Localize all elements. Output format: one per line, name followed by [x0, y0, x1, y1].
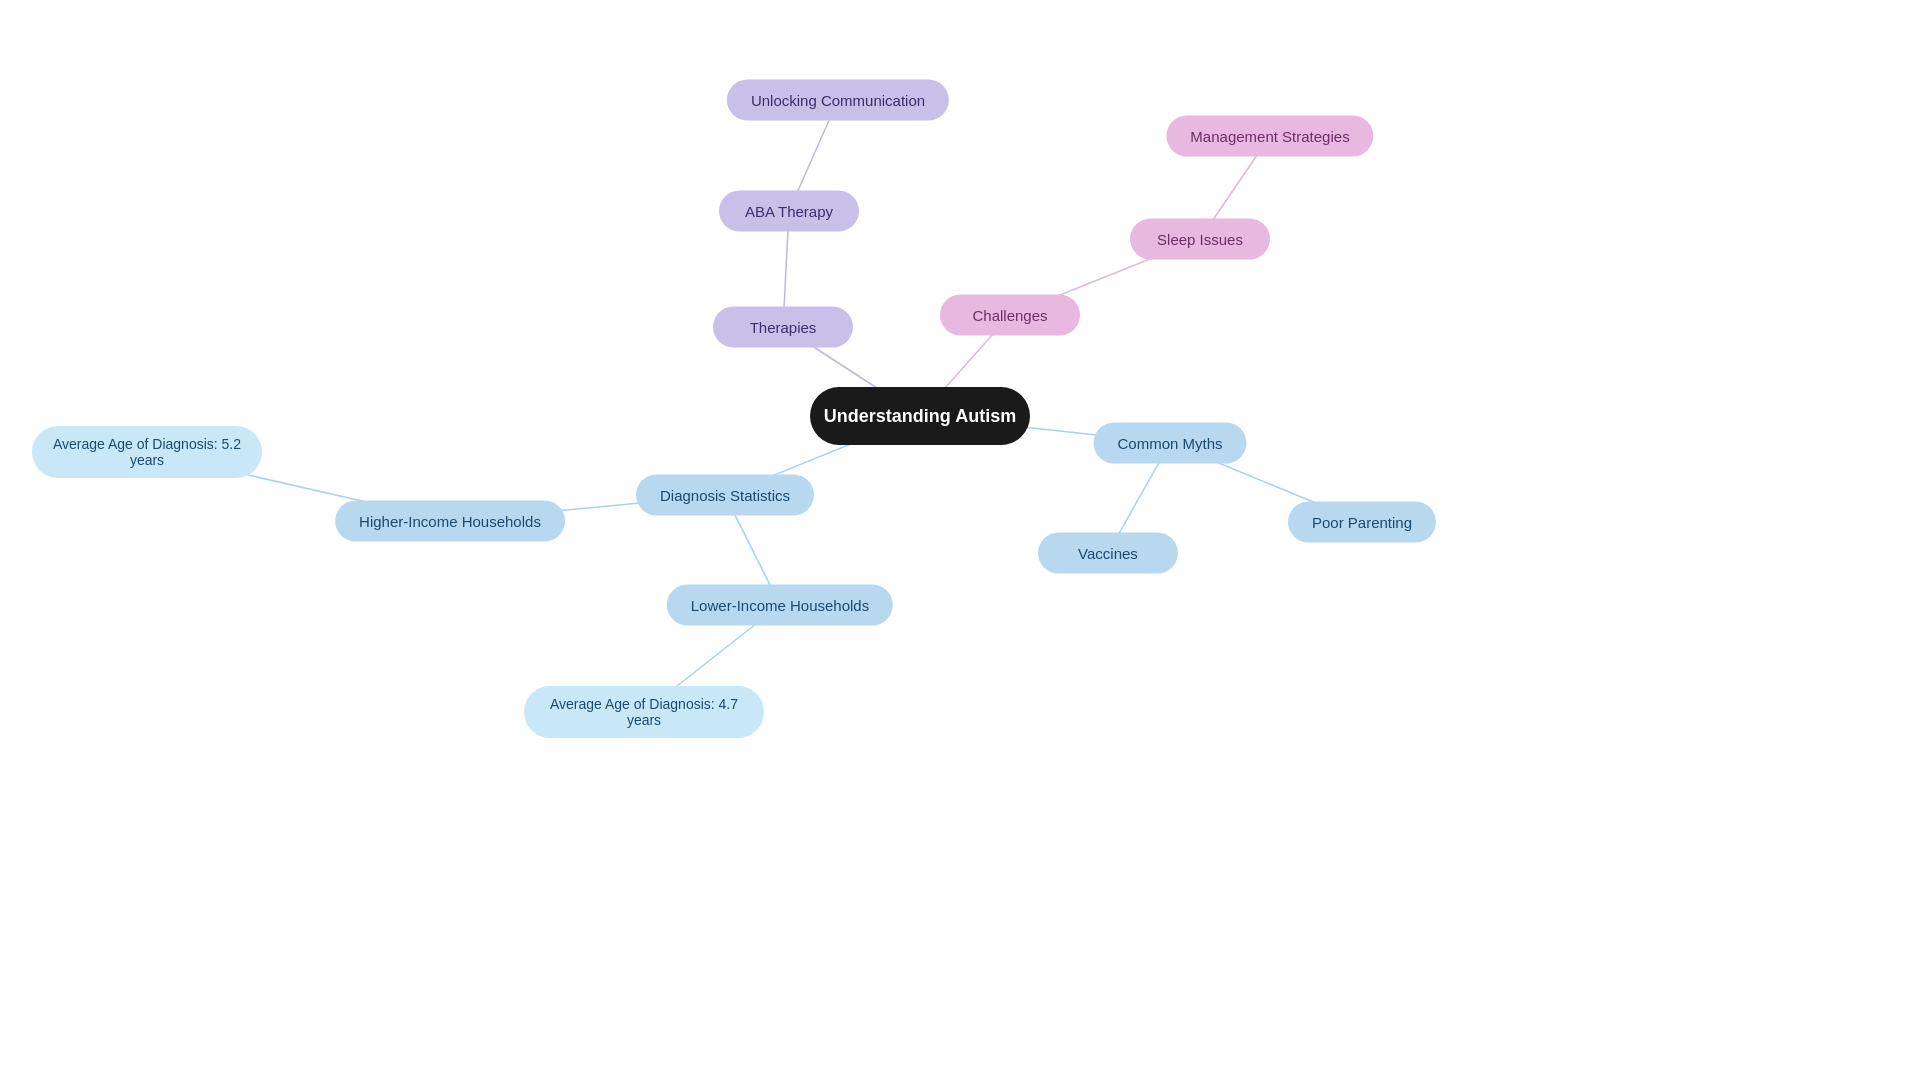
node-common-myths[interactable]: Common Myths	[1093, 423, 1246, 464]
node-lower-income[interactable]: Lower-Income Households	[667, 585, 893, 626]
vaccines-label: Vaccines	[1078, 545, 1138, 562]
node-poor-parenting[interactable]: Poor Parenting	[1288, 502, 1436, 543]
node-aba-therapy[interactable]: ABA Therapy	[719, 191, 859, 232]
node-avg-age-high[interactable]: Average Age of Diagnosis: 5.2 years	[32, 426, 262, 478]
node-center[interactable]: Understanding Autism	[810, 387, 1030, 445]
therapies-label: Therapies	[750, 319, 817, 336]
node-therapies[interactable]: Therapies	[713, 307, 853, 348]
poor-parenting-label: Poor Parenting	[1312, 514, 1412, 531]
diagnosis-statistics-label: Diagnosis Statistics	[660, 487, 790, 504]
avg-age-low-label: Average Age of Diagnosis: 4.7 years	[544, 696, 744, 728]
node-management-strategies[interactable]: Management Strategies	[1166, 116, 1373, 157]
common-myths-label: Common Myths	[1117, 435, 1222, 452]
challenges-label: Challenges	[972, 307, 1047, 324]
lower-income-label: Lower-Income Households	[691, 597, 869, 614]
management-strategies-label: Management Strategies	[1190, 128, 1349, 145]
node-vaccines[interactable]: Vaccines	[1038, 533, 1178, 574]
aba-therapy-label: ABA Therapy	[745, 203, 833, 220]
mind-map: Understanding Autism Unlocking Communica…	[0, 0, 1920, 1083]
node-higher-income[interactable]: Higher-Income Households	[335, 501, 565, 542]
node-avg-age-low[interactable]: Average Age of Diagnosis: 4.7 years	[524, 686, 764, 738]
unlocking-communication-label: Unlocking Communication	[751, 92, 925, 109]
higher-income-label: Higher-Income Households	[359, 513, 541, 530]
center-label: Understanding Autism	[824, 406, 1016, 427]
node-unlocking-communication[interactable]: Unlocking Communication	[727, 80, 949, 121]
node-diagnosis-statistics[interactable]: Diagnosis Statistics	[636, 475, 814, 516]
avg-age-high-label: Average Age of Diagnosis: 5.2 years	[52, 436, 242, 468]
connections-svg	[0, 0, 1920, 1083]
node-challenges[interactable]: Challenges	[940, 295, 1080, 336]
sleep-issues-label: Sleep Issues	[1157, 231, 1243, 248]
node-sleep-issues[interactable]: Sleep Issues	[1130, 219, 1270, 260]
